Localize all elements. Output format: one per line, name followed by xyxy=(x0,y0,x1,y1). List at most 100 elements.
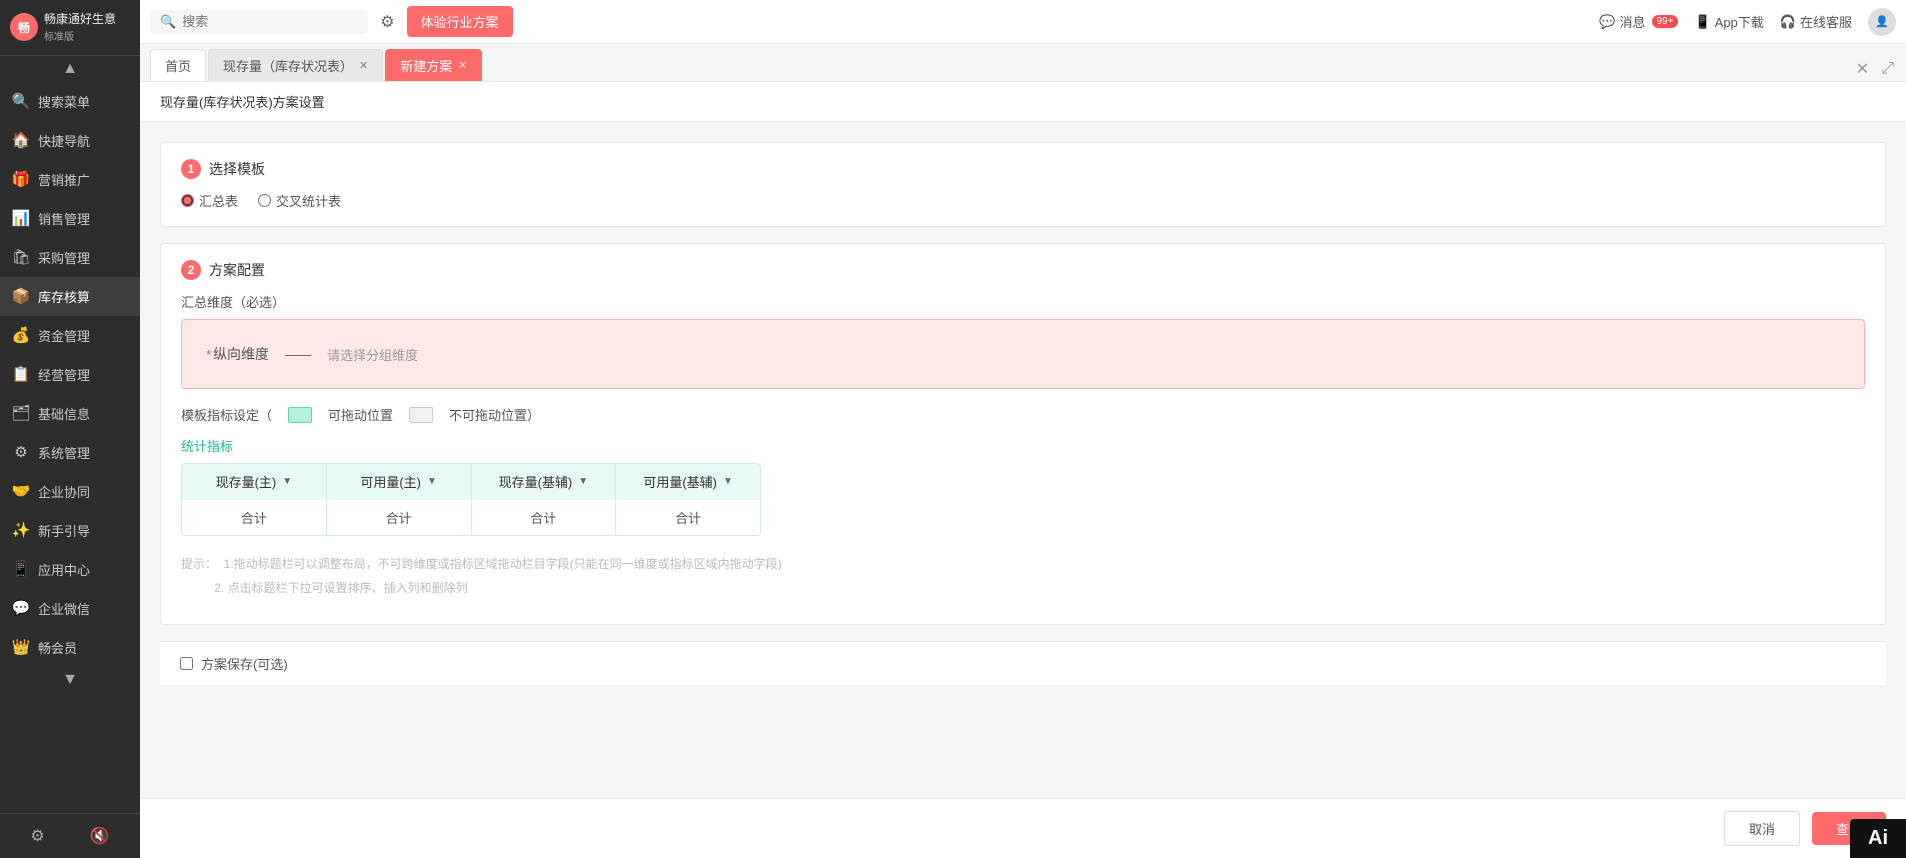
col-header-3[interactable]: 可用量(基辅) ▼ xyxy=(616,464,760,499)
search-input[interactable] xyxy=(182,14,358,29)
col-label-1: 可用量(主) xyxy=(360,472,421,491)
col-summary-0: 合计 xyxy=(241,508,267,527)
window-close-btn[interactable]: ✕ xyxy=(1854,57,1871,81)
sidebar-item-inventory[interactable]: 📦 库存核算 xyxy=(0,277,140,316)
settings-bottom-btn[interactable]: ⚙ xyxy=(26,822,48,850)
sidebar-item-label: 应用中心 xyxy=(38,560,90,579)
page-content: 现存量(库存状况表)方案设置 1 选择模板 汇总表 交叉统计表 xyxy=(140,82,1906,798)
topbar-gear-btn[interactable]: ⚙ xyxy=(376,8,398,36)
col-header-2[interactable]: 现存量(基辅) ▼ xyxy=(472,464,617,499)
sidebar-item-app-center[interactable]: 📱 应用中心 xyxy=(0,550,140,589)
sidebar-item-finance[interactable]: 💰 资金管理 xyxy=(0,316,140,355)
tab-inventory-close-icon[interactable]: ✕ xyxy=(359,59,368,72)
handshake-icon: 🤝 xyxy=(12,482,30,500)
sidebar-item-wechat[interactable]: 💬 企业微信 xyxy=(0,589,140,628)
topbar-search-area: 🔍 xyxy=(150,10,368,34)
stats-table-header: 现存量(主) ▼ 可用量(主) ▼ 现存量(基辅) ▼ xyxy=(182,464,760,499)
app-download-item[interactable]: 📱 App下载 xyxy=(1694,12,1763,31)
clipboard-icon: 📋 xyxy=(12,365,30,383)
radio-cross[interactable]: 交叉统计表 xyxy=(258,191,341,210)
sidebar-item-search-menu[interactable]: 🔍 搜索菜单 xyxy=(0,82,140,121)
radio-summary-input[interactable] xyxy=(181,194,194,207)
sidebar-item-label: 新手引导 xyxy=(38,521,90,540)
sidebar: 畅 畅康通好生意 标准版 ▲ 🔍 搜索菜单 🏠 快捷导航 🎁 营销推广 📊 销售… xyxy=(0,0,140,858)
sidebar-item-member[interactable]: 👑 畅会员 xyxy=(0,628,140,667)
col-summary-3: 合计 xyxy=(675,508,701,527)
sparkle-icon: ✨ xyxy=(12,521,30,539)
chevron-down-icon-2: ▼ xyxy=(578,476,588,487)
home-icon: 🏠 xyxy=(12,131,30,149)
tab-home-label: 首页 xyxy=(165,56,191,75)
sidebar-item-new-guide[interactable]: ✨ 新手引导 xyxy=(0,511,140,550)
cancel-button[interactable]: 取消 xyxy=(1724,811,1800,846)
dimension-field: 纵向维度 xyxy=(213,344,269,364)
col-cell-2: 合计 xyxy=(472,500,617,535)
sidebar-item-label: 快捷导航 xyxy=(38,131,90,150)
col-header-1[interactable]: 可用量(主) ▼ xyxy=(327,464,472,499)
phone-icon: 📱 xyxy=(12,560,30,578)
sidebar-item-sales[interactable]: 📊 销售管理 xyxy=(0,199,140,238)
sidebar-item-purchase[interactable]: 🛍 采购管理 xyxy=(0,238,140,277)
money-icon: 💰 xyxy=(12,326,30,344)
sidebar-scroll-down[interactable]: ▼ xyxy=(0,667,140,693)
stats-section: 统计指标 现存量(主) ▼ 可用量(主) ▼ xyxy=(181,436,1865,536)
tips-text-2: 2. 点击标题栏下拉可设置排序、插入列和删除列 xyxy=(181,576,1865,600)
tabbar: 首页 现存量（库存状况表） ✕ 新建方案 ✕ ✕ ⤢ xyxy=(140,44,1906,82)
app-logo-icon: 畅 xyxy=(10,13,38,41)
window-expand-btn[interactable]: ⤢ xyxy=(1879,58,1896,80)
schema-setup: 1 选择模板 汇总表 交叉统计表 2 xyxy=(140,122,1906,705)
tab-new-schema-close-icon[interactable]: ✕ xyxy=(458,59,467,72)
tip-2: 2. 点击标题栏下拉可设置排序、插入列和删除列 xyxy=(214,581,467,595)
search-icon: 🔍 xyxy=(160,14,176,30)
sidebar-item-system[interactable]: ⚙ 系统管理 xyxy=(0,433,140,472)
stats-table: 现存量(主) ▼ 可用量(主) ▼ 现存量(基辅) ▼ xyxy=(181,463,761,536)
dimension-label: 汇总维度（必选） xyxy=(181,292,1865,311)
bag-icon: 🛍 xyxy=(12,248,30,266)
message-badge: 99+ xyxy=(1652,15,1679,28)
gift-icon: 🎁 xyxy=(12,170,30,188)
sidebar-item-marketing[interactable]: 🎁 营销推广 xyxy=(0,160,140,199)
col-cell-3: 合计 xyxy=(616,500,760,535)
industry-btn[interactable]: 体验行业方案 xyxy=(407,6,513,37)
dimension-area: * 纵向维度 —— 请选择分组维度 xyxy=(181,319,1865,389)
stats-table-row: 合计 合计 合计 合计 xyxy=(182,499,760,535)
radio-summary-label: 汇总表 xyxy=(199,191,238,210)
message-icon: 💬 xyxy=(1599,14,1615,30)
chevron-down-icon-1: ▼ xyxy=(427,476,437,487)
radio-cross-input[interactable] xyxy=(258,194,271,207)
gear-icon: ⚙ xyxy=(12,443,30,461)
chevron-down-icon-0: ▼ xyxy=(282,476,292,487)
user-avatar[interactable]: 👤 xyxy=(1868,8,1896,36)
step2-header: 2 方案配置 xyxy=(181,260,1865,280)
dimension-arrow: —— xyxy=(285,347,311,362)
chevron-down-icon-3: ▼ xyxy=(723,476,733,487)
sidebar-scroll-up[interactable]: ▲ xyxy=(0,56,140,82)
tab-home[interactable]: 首页 xyxy=(150,49,206,81)
settings-icon: ⚙ xyxy=(380,14,394,31)
sidebar-item-label: 畅会员 xyxy=(38,638,77,657)
sidebar-item-quick-nav[interactable]: 🏠 快捷导航 xyxy=(0,121,140,160)
radio-summary[interactable]: 汇总表 xyxy=(181,191,238,210)
col-header-0[interactable]: 现存量(主) ▼ xyxy=(182,464,327,499)
tab-new-schema-label: 新建方案 xyxy=(400,56,452,75)
draggable-indicator-block xyxy=(288,407,312,423)
chat-icon: 💬 xyxy=(12,599,30,617)
save-schema-checkbox[interactable] xyxy=(180,657,193,670)
sidebar-item-label: 资金管理 xyxy=(38,326,90,345)
message-item[interactable]: 💬 消息 99+ xyxy=(1599,12,1678,31)
step1-badge: 1 xyxy=(181,159,201,179)
online-service-item[interactable]: 🎧 在线客服 xyxy=(1780,12,1852,31)
tab-inventory-status[interactable]: 现存量（库存状况表） ✕ xyxy=(208,49,383,81)
mute-btn[interactable]: 🔇 xyxy=(86,822,114,850)
sidebar-item-cooperation[interactable]: 🤝 企业协同 xyxy=(0,472,140,511)
box-icon: 📦 xyxy=(12,287,30,305)
topbar: 🔍 ⚙ 体验行业方案 💬 消息 99+ 📱 App下载 🎧 在线客服 👤 xyxy=(140,0,1906,44)
sidebar-item-operations[interactable]: 📋 经营管理 xyxy=(0,355,140,394)
sidebar-item-basic-info[interactable]: 🗂 基础信息 xyxy=(0,394,140,433)
tab-new-schema[interactable]: 新建方案 ✕ xyxy=(385,49,482,81)
sidebar-logo: 畅 畅康通好生意 标准版 xyxy=(0,0,140,56)
dimension-hint[interactable]: 请选择分组维度 xyxy=(327,345,418,364)
template-radio-group: 汇总表 交叉统计表 xyxy=(181,191,1865,210)
step2-section: 2 方案配置 汇总维度（必选） * 纵向维度 —— 请选择分组维度 模板指标设定… xyxy=(160,243,1886,625)
col-label-0: 现存量(主) xyxy=(216,472,277,491)
